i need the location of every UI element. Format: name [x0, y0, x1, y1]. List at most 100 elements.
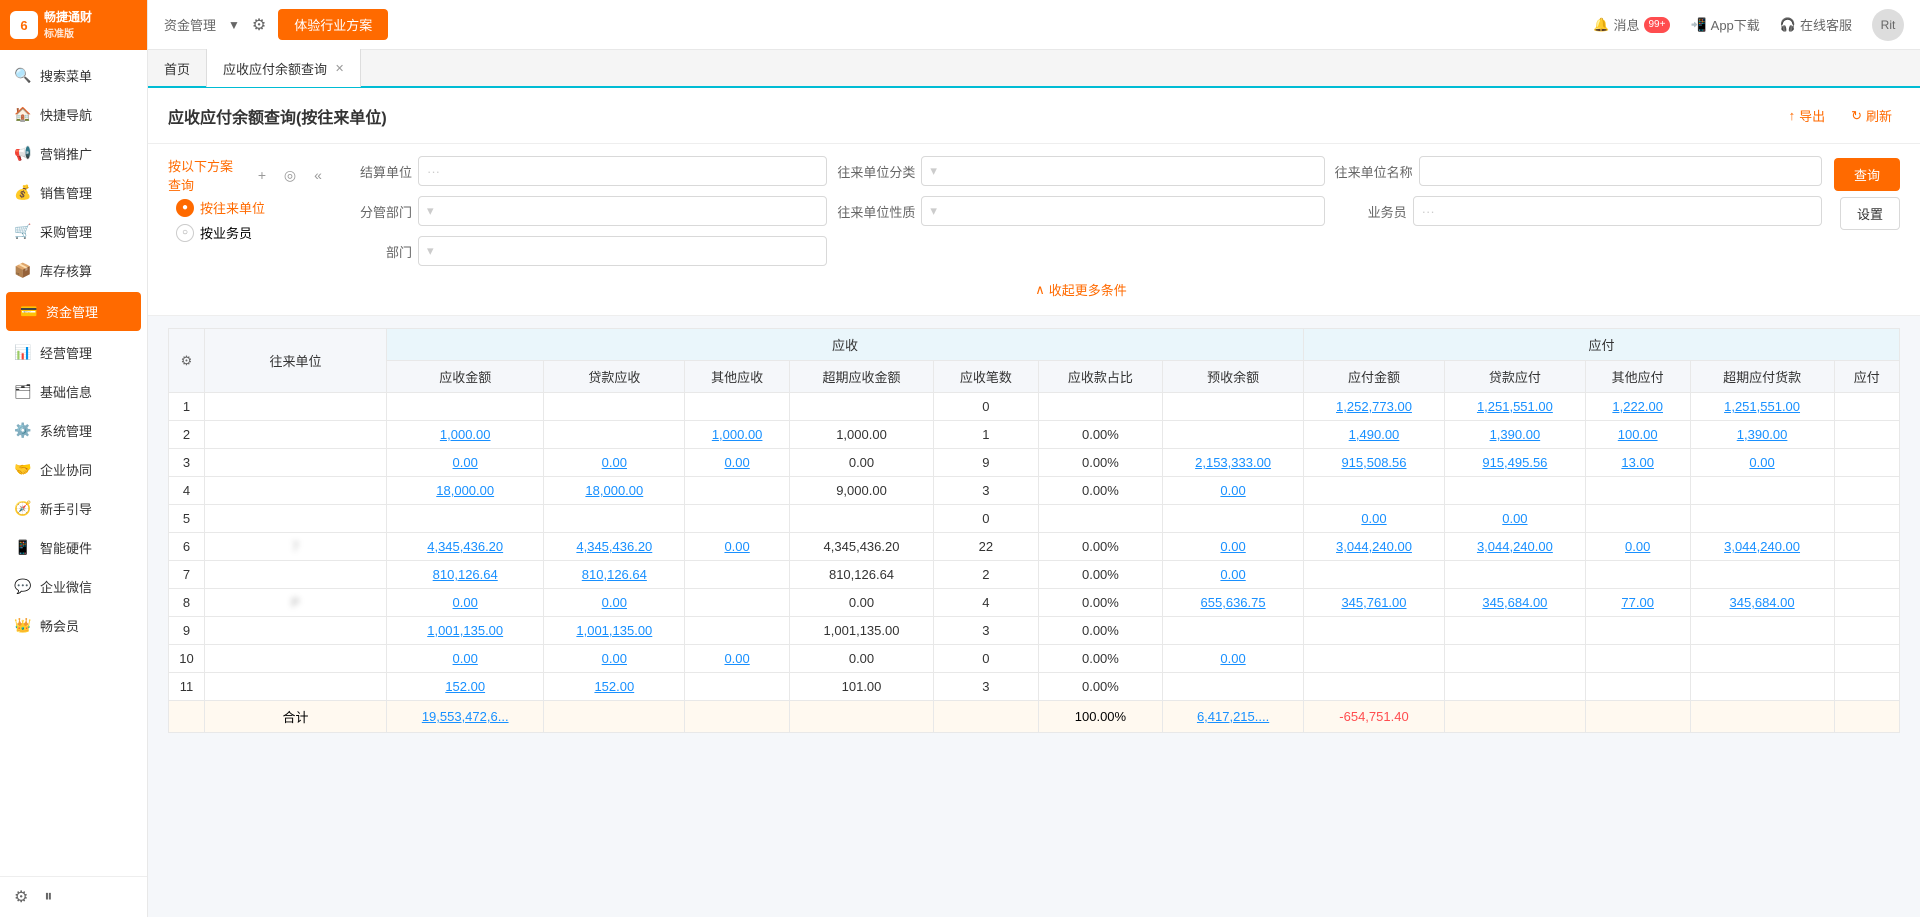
- row-cell[interactable]: [1585, 645, 1690, 673]
- row-cell[interactable]: [685, 477, 790, 505]
- sidebar-item-system[interactable]: ⚙️ 系统管理: [0, 411, 147, 450]
- row-cell[interactable]: [1585, 617, 1690, 645]
- row-cell[interactable]: 4,345,436.20: [544, 533, 685, 561]
- sidebar-item-basic[interactable]: 🗂 基础信息: [0, 372, 147, 411]
- industry-plan-button[interactable]: 体验行业方案: [278, 9, 388, 40]
- tab-home[interactable]: 首页: [148, 49, 207, 87]
- row-cell[interactable]: [387, 505, 544, 533]
- row-cell[interactable]: [1444, 673, 1585, 701]
- row-cell[interactable]: [1690, 617, 1834, 645]
- row-cell[interactable]: [1304, 561, 1445, 589]
- row-cell[interactable]: 0.00: [387, 589, 544, 617]
- scheme-by-salesman[interactable]: ○ 按业务员: [176, 223, 328, 242]
- row-cell[interactable]: [685, 617, 790, 645]
- row-cell[interactable]: 1,001,135.00: [387, 617, 544, 645]
- row-cell[interactable]: 152.00: [387, 673, 544, 701]
- row-cell[interactable]: [1690, 561, 1834, 589]
- row-cell[interactable]: 1,390.00: [1690, 421, 1834, 449]
- row-cell[interactable]: [1163, 421, 1304, 449]
- sidebar-item-collab[interactable]: 🤝 企业协同: [0, 450, 147, 489]
- row-cell[interactable]: [1444, 645, 1585, 673]
- row-cell[interactable]: 0.00: [387, 645, 544, 673]
- row-cell[interactable]: 2,153,333.00: [1163, 449, 1304, 477]
- row-cell[interactable]: 915,495.56: [1444, 449, 1585, 477]
- collapse-scheme-icon[interactable]: «: [308, 163, 328, 187]
- sidebar-item-guide[interactable]: 🧭 新手引导: [0, 489, 147, 528]
- row-cell[interactable]: [1585, 505, 1690, 533]
- online-service-item[interactable]: 🎧 在线客服: [1780, 15, 1852, 34]
- scheme-by-unit[interactable]: ● 按往来单位: [176, 198, 328, 217]
- export-button[interactable]: ↑ 导出: [1781, 102, 1834, 129]
- row-cell[interactable]: 77.00: [1585, 589, 1690, 617]
- row-cell[interactable]: 1,251,551.00: [1444, 393, 1585, 421]
- refresh-button[interactable]: ↻ 刷新: [1843, 102, 1900, 129]
- row-cell[interactable]: 0.00: [685, 533, 790, 561]
- row-cell[interactable]: 0.00: [1163, 645, 1304, 673]
- row-cell[interactable]: 18,000.00: [544, 477, 685, 505]
- row-cell[interactable]: 1,000.00: [387, 421, 544, 449]
- row-cell[interactable]: [685, 589, 790, 617]
- row-cell[interactable]: 152.00: [544, 673, 685, 701]
- row-cell[interactable]: 0.00: [1444, 505, 1585, 533]
- tab-query[interactable]: 应收应付余额查询 ✕: [207, 49, 361, 87]
- row-cell[interactable]: [1163, 617, 1304, 645]
- sidebar-item-member[interactable]: 👑 畅会员: [0, 606, 147, 645]
- sidebar-item-purchase[interactable]: 🛒 采购管理: [0, 212, 147, 251]
- filter-collapse-btn[interactable]: ∧ 收起更多条件: [340, 276, 1822, 303]
- row-cell[interactable]: [1585, 561, 1690, 589]
- sidebar-item-wechat[interactable]: 💬 企业微信: [0, 567, 147, 606]
- sidebar-settings-icon[interactable]: ⚙: [14, 887, 28, 907]
- row-cell[interactable]: 915,508.56: [1304, 449, 1445, 477]
- row-cell[interactable]: [1444, 561, 1585, 589]
- row-cell[interactable]: 0.00: [1585, 533, 1690, 561]
- row-cell[interactable]: [685, 673, 790, 701]
- row-cell[interactable]: [1304, 477, 1445, 505]
- topbar-gear-icon[interactable]: ⚙: [252, 15, 266, 35]
- row-cell[interactable]: 810,126.64: [387, 561, 544, 589]
- unit-name-input[interactable]: [1419, 156, 1822, 186]
- sidebar-item-quick-nav[interactable]: 🏠 快捷导航: [0, 95, 147, 134]
- add-scheme-icon[interactable]: +: [252, 163, 272, 187]
- row-cell[interactable]: [544, 421, 685, 449]
- row-cell[interactable]: 0.00: [1163, 477, 1304, 505]
- row-cell[interactable]: 1,222.00: [1585, 393, 1690, 421]
- settings-button[interactable]: 设置: [1840, 197, 1900, 230]
- row-cell[interactable]: 0.00: [1690, 449, 1834, 477]
- avatar[interactable]: Rit: [1872, 9, 1904, 41]
- row-cell[interactable]: [685, 393, 790, 421]
- row-cell[interactable]: [1304, 645, 1445, 673]
- footer-recv-advance[interactable]: 6,417,215....: [1163, 701, 1304, 733]
- dept-input[interactable]: ▾: [418, 236, 827, 266]
- row-cell[interactable]: [1163, 393, 1304, 421]
- sidebar-item-search-menu[interactable]: 🔍 搜索菜单: [0, 56, 147, 95]
- row-cell[interactable]: 0.00: [544, 589, 685, 617]
- unit-category-input[interactable]: ▾: [921, 156, 1324, 186]
- row-cell[interactable]: [1585, 477, 1690, 505]
- sidebar-item-inventory[interactable]: 📦 库存核算: [0, 251, 147, 290]
- row-cell[interactable]: 345,684.00: [1444, 589, 1585, 617]
- sidebar-item-marketing[interactable]: 📢 营销推广: [0, 134, 147, 173]
- row-cell[interactable]: 4,345,436.20: [387, 533, 544, 561]
- row-cell[interactable]: 0.00: [544, 449, 685, 477]
- row-cell[interactable]: [1444, 617, 1585, 645]
- row-cell[interactable]: 1,390.00: [1444, 421, 1585, 449]
- row-cell[interactable]: 3,044,240.00: [1444, 533, 1585, 561]
- row-cell[interactable]: 655,636.75: [1163, 589, 1304, 617]
- row-cell[interactable]: [1163, 673, 1304, 701]
- row-cell[interactable]: 100.00: [1585, 421, 1690, 449]
- row-cell[interactable]: 1,490.00: [1304, 421, 1445, 449]
- row-cell[interactable]: [1690, 477, 1834, 505]
- row-cell[interactable]: [1163, 505, 1304, 533]
- topbar-dropdown[interactable]: ▼: [228, 18, 240, 32]
- row-cell[interactable]: 1,000.00: [685, 421, 790, 449]
- app-download-item[interactable]: 📲 App下载: [1690, 15, 1759, 34]
- tab-close-icon[interactable]: ✕: [335, 62, 344, 75]
- settlement-unit-input[interactable]: ···: [418, 156, 827, 186]
- row-cell[interactable]: 3,044,240.00: [1304, 533, 1445, 561]
- row-cell[interactable]: [1444, 477, 1585, 505]
- row-cell[interactable]: 810,126.64: [544, 561, 685, 589]
- row-cell[interactable]: [544, 505, 685, 533]
- row-cell[interactable]: 13.00: [1585, 449, 1690, 477]
- row-cell[interactable]: 0.00: [1304, 505, 1445, 533]
- footer-recv-amount[interactable]: 19,553,472,6...: [387, 701, 544, 733]
